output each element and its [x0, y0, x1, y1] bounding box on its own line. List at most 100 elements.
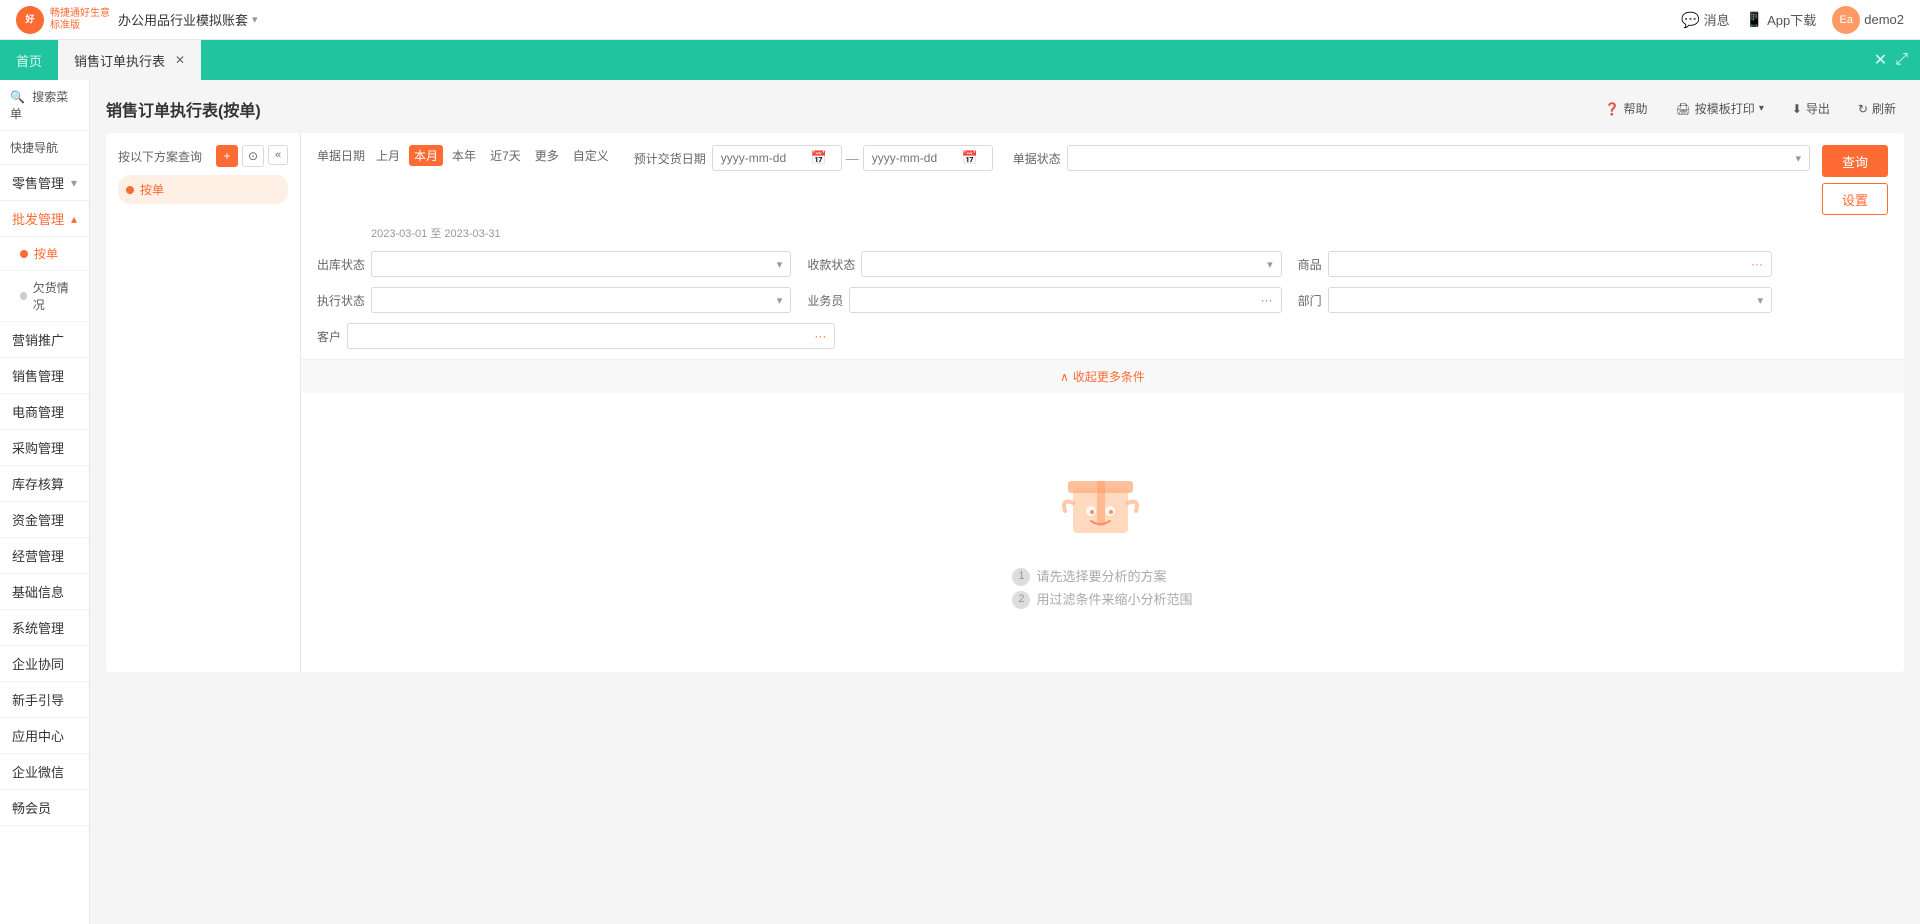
sidebar-item-enterprise[interactable]: 企业协同 [0, 646, 89, 682]
tab-bar: 首页 销售订单执行表 ✕ ✕ ⤢ [0, 40, 1920, 80]
collapse-bar[interactable]: ∧ 收起更多条件 [301, 359, 1904, 393]
user-area[interactable]: Ea demo2 [1832, 6, 1904, 34]
sales-label: 销售管理 [12, 366, 64, 385]
customer-field-btn[interactable]: ··· [347, 323, 835, 349]
goods-field-btn[interactable]: ··· [1328, 251, 1772, 277]
top-bar: 好 畅捷通好生意 标准版 办公用品行业模拟账套 ▾ 💬 消息 📱 App下载 E… [0, 0, 1920, 40]
period-近7天[interactable]: 近7天 [485, 145, 526, 166]
scheme-edit-btn[interactable]: ⊙ [242, 145, 264, 167]
period-本年[interactable]: 本年 [447, 145, 481, 166]
avatar: Ea [1832, 6, 1860, 34]
print-button[interactable]: 🖨 按模板打印 ▾ [1668, 96, 1772, 121]
quicknav-label: 快捷导航 [10, 141, 58, 155]
refresh-label: 刷新 [1872, 100, 1896, 117]
help-button[interactable]: ❓ 帮助 [1597, 96, 1656, 121]
tab-bar-actions: ✕ ⤢ [1874, 50, 1920, 70]
sidebar-sub-欠货情况[interactable]: 欠货情况 [0, 271, 89, 322]
app-selector-label: 办公用品行业模拟账套 [118, 10, 248, 29]
exec-select[interactable]: ▾ [371, 287, 791, 313]
tab-close-btn[interactable]: ✕ [1874, 50, 1887, 70]
period-自定义[interactable]: 自定义 [568, 145, 614, 166]
expected-date-start-input[interactable] [721, 151, 811, 165]
sidebar-item-wholesale[interactable]: 批发管理 ▴ [0, 201, 89, 237]
status-select[interactable]: ▾ [1067, 145, 1810, 171]
collection-select[interactable]: ▾ [861, 251, 1281, 277]
empty-state: 1 请先选择要分析的方案 2 用过滤条件来缩小分析范围 [301, 393, 1904, 672]
tab-close-icon[interactable]: ✕ [175, 53, 185, 67]
inventory-label: 库存核算 [12, 474, 64, 493]
sidebar-item-finance[interactable]: 资金管理 [0, 502, 89, 538]
expected-date-start[interactable]: 📅 [712, 145, 842, 171]
tab-expand-btn[interactable]: ⤢ [1895, 51, 1908, 69]
tab-home[interactable]: 首页 [0, 40, 58, 80]
sidebar-item-ecommerce[interactable]: 电商管理 [0, 394, 89, 430]
sidebar-item-purchase[interactable]: 采购管理 [0, 430, 89, 466]
sidebar-item-inventory[interactable]: 库存核算 [0, 466, 89, 502]
empty-hint-1: 1 请先选择要分析的方案 [1012, 565, 1192, 588]
page-title: 销售订单执行表(按单) [106, 97, 261, 121]
period-本月[interactable]: 本月 [409, 145, 443, 166]
app-download-btn[interactable]: 📱 App下载 [1746, 10, 1817, 29]
app-download-label: App下载 [1767, 10, 1816, 29]
sidebar-quicknav[interactable]: 快捷导航 [0, 131, 89, 165]
outbound-select-arrow: ▾ [777, 258, 783, 271]
sidebar-item-system[interactable]: 系统管理 [0, 610, 89, 646]
status-field: 单据状态 ▾ [1013, 145, 1810, 171]
collection-field: 收款状态 ▾ [807, 251, 1281, 277]
expected-date-field: 预计交货日期 📅 — 📅 [634, 145, 993, 171]
operations-label: 经营管理 [12, 546, 64, 565]
exec-field: 执行状态 ▾ [317, 287, 791, 313]
enterprise-label: 企业协同 [12, 654, 64, 673]
sidebar-item-retail[interactable]: 零售管理 ▾ [0, 165, 89, 201]
expected-date-end[interactable]: 📅 [863, 145, 993, 171]
ecommerce-label: 电商管理 [12, 402, 64, 421]
sidebar-sub-按单[interactable]: 按单 [0, 237, 89, 271]
sidebar-item-app-center[interactable]: 应用中心 [0, 718, 89, 754]
sidebar-item-operations[interactable]: 经营管理 [0, 538, 89, 574]
export-label: 导出 [1806, 100, 1830, 117]
cal-icon-end[interactable]: 📅 [962, 150, 978, 166]
date-hint-text: 2023-03-01 至 2023-03-31 [371, 225, 501, 241]
query-button[interactable]: 查询 [1822, 145, 1888, 177]
sidebar-item-wechat[interactable]: 企业微信 [0, 754, 89, 790]
tab-sales-exec[interactable]: 销售订单执行表 ✕ [58, 40, 201, 80]
sidebar-search[interactable]: 🔍 搜索菜单 [0, 80, 89, 131]
sidebar-item-sales[interactable]: 销售管理 [0, 358, 89, 394]
tab-sales-exec-label: 销售订单执行表 [74, 51, 165, 70]
exec-label: 执行状态 [317, 292, 365, 309]
exec-select-arrow: ▾ [777, 294, 783, 307]
cal-icon-start[interactable]: 📅 [811, 150, 827, 166]
wholesale-expand-icon: ▴ [71, 212, 77, 226]
purchase-label: 采购管理 [12, 438, 64, 457]
sidebar-item-basic-info[interactable]: 基础信息 [0, 574, 89, 610]
collapse-icon: ∧ [1060, 370, 1069, 384]
settings-button[interactable]: 设置 [1822, 183, 1888, 215]
action-btns: 查询 设置 [1822, 145, 1888, 215]
sidebar-item-newbie[interactable]: 新手引导 [0, 682, 89, 718]
goods-dots: ··· [1751, 257, 1763, 271]
export-button[interactable]: ⬇ 导出 [1784, 96, 1838, 121]
refresh-button[interactable]: ↻ 刷新 [1850, 96, 1904, 121]
customer-dots: ··· [814, 329, 826, 343]
sidebar-item-marketing[interactable]: 营销推广 [0, 322, 89, 358]
app-selector-arrow: ▾ [252, 13, 258, 26]
logo-area: 好 畅捷通好生意 标准版 [16, 6, 110, 34]
goods-field: 商品 ··· [1298, 251, 1772, 277]
scheme-add-btn[interactable]: + [216, 145, 238, 167]
app-selector[interactable]: 办公用品行业模拟账套 ▾ [118, 10, 258, 29]
message-btn[interactable]: 💬 消息 [1681, 10, 1730, 29]
period-tabs-area: 上月 本月 本年 近7天 更多 自定义 [371, 145, 614, 166]
dept-select[interactable]: ▾ [1328, 287, 1772, 313]
outbound-select[interactable]: ▾ [371, 251, 791, 277]
salesperson-field-btn[interactable]: ··· [849, 287, 1281, 313]
refresh-icon: ↻ [1858, 102, 1868, 116]
expected-date-end-input[interactable] [872, 151, 962, 165]
scheme-item-按单[interactable]: 按单 [118, 175, 288, 204]
status-select-arrow: ▾ [1795, 152, 1801, 165]
scheme-collapse-btn[interactable]: « [268, 145, 288, 165]
sidebar-item-member[interactable]: 畅会员 [0, 790, 89, 826]
print-dropdown-icon: ▾ [1759, 103, 1764, 114]
period-上月[interactable]: 上月 [371, 145, 405, 166]
period-更多[interactable]: 更多 [530, 145, 564, 166]
collapse-label: 收起更多条件 [1073, 368, 1145, 385]
